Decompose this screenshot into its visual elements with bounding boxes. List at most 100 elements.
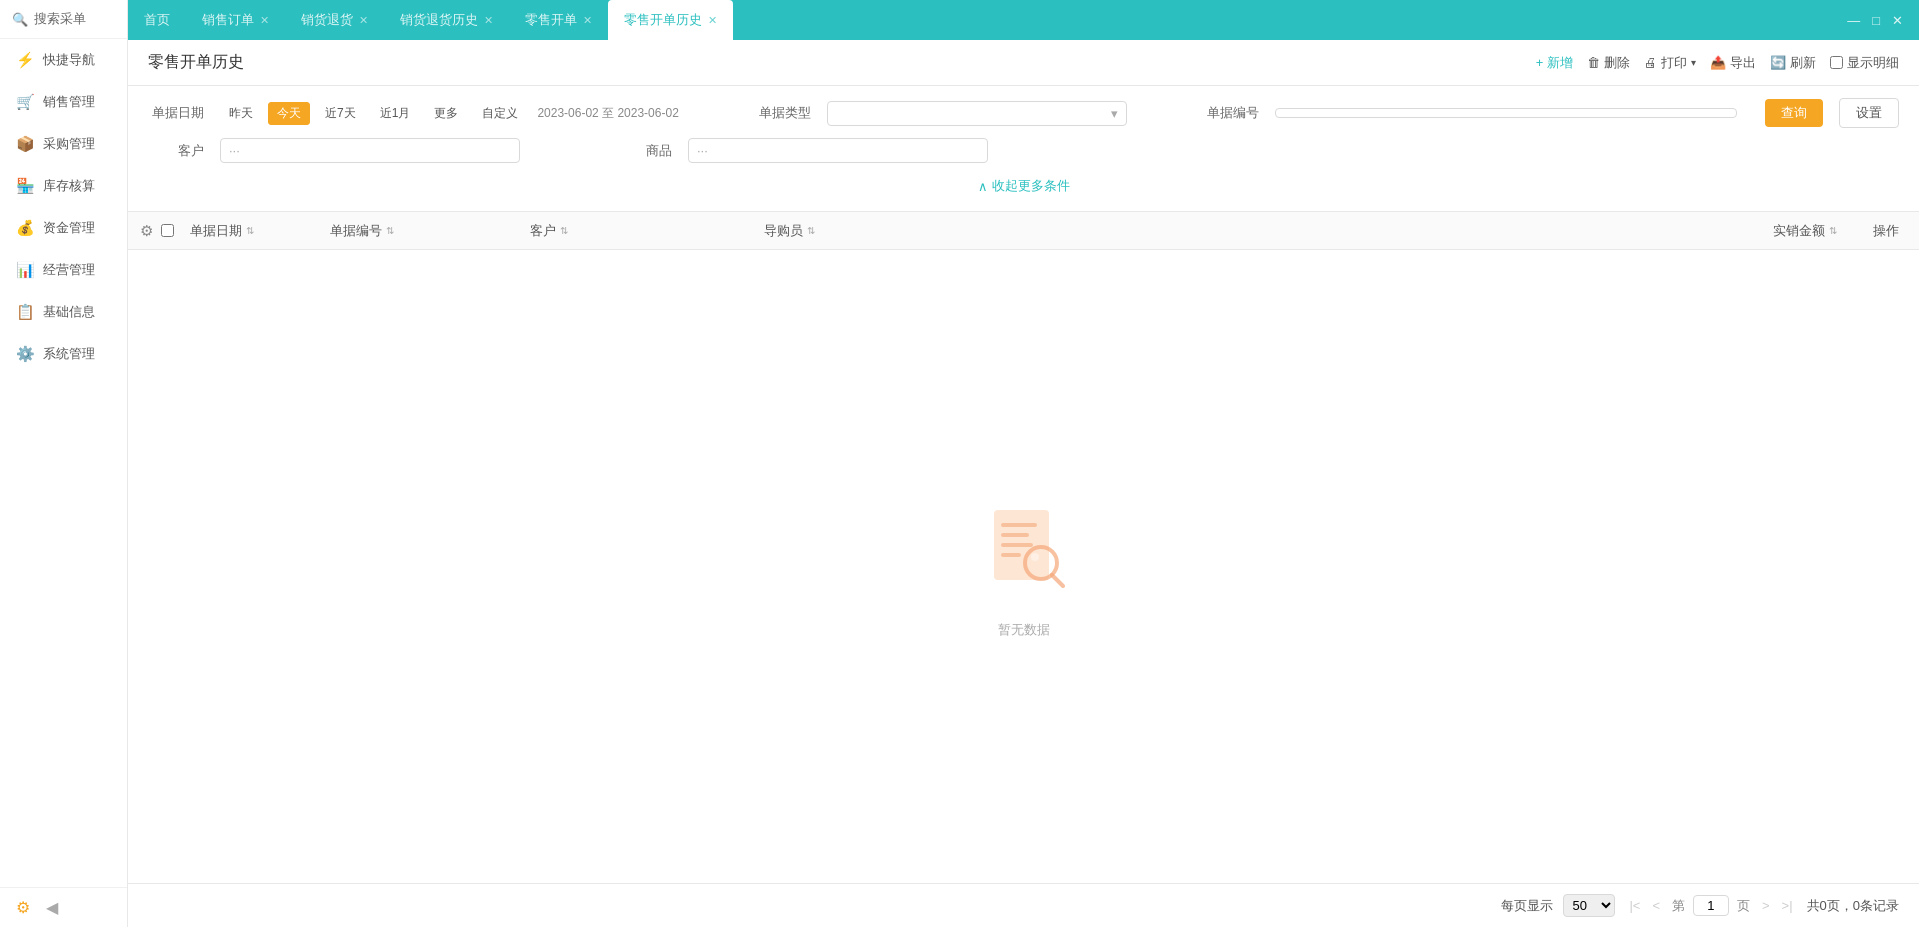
th-bill-date-sort-icon[interactable]: ⇅: [246, 225, 254, 236]
sidebar-item-sales-mgmt[interactable]: 🛒 销售管理: [0, 81, 127, 123]
th-customer-sort-icon[interactable]: ⇅: [560, 225, 568, 236]
customer-input[interactable]: ···: [220, 138, 520, 163]
sidebar-item-ops[interactable]: 📊 经营管理: [0, 249, 127, 291]
th-actual-amount-label: 实销金额: [1773, 222, 1825, 240]
add-button[interactable]: + 新增: [1536, 54, 1573, 72]
query-button[interactable]: 查询: [1765, 99, 1823, 127]
sidebar-item-label: 快捷导航: [43, 51, 95, 69]
prev-page-btn[interactable]: <: [1648, 896, 1664, 915]
sidebar-item-system[interactable]: ⚙️ 系统管理: [0, 333, 127, 375]
tab-retail-open-history[interactable]: 零售开单历史 ✕: [608, 0, 733, 40]
export-button[interactable]: 📤 导出: [1710, 54, 1756, 72]
inventory-icon: 🏪: [16, 177, 35, 195]
last7-btn[interactable]: 近7天: [316, 102, 365, 125]
th-bill-no-sort-icon[interactable]: ⇅: [386, 225, 394, 236]
delete-button[interactable]: 🗑 删除: [1587, 54, 1630, 72]
customer-placeholder: ···: [229, 143, 240, 158]
sidebar-item-finance[interactable]: 💰 资金管理: [0, 207, 127, 249]
current-page-input[interactable]: [1693, 895, 1729, 916]
refresh-button[interactable]: 🔄 刷新: [1770, 54, 1816, 72]
collapse-sidebar-icon[interactable]: ◀: [46, 898, 58, 917]
bill-type-arrow-icon: ▾: [1111, 106, 1118, 121]
customer-label: 客户: [148, 142, 204, 160]
tab-retail-open[interactable]: 零售开单 ✕: [509, 0, 608, 40]
empty-illustration: [969, 495, 1079, 605]
sidebar-item-label: 基础信息: [43, 303, 95, 321]
per-page-select[interactable]: 50 10 20 100: [1563, 894, 1615, 917]
delete-label: 删除: [1604, 54, 1630, 72]
svg-rect-3: [1001, 543, 1033, 547]
sidebar: 🔍 搜索采单 ⚡ 快捷导航 🛒 销售管理 📦 采购管理 🏪 库存核算 💰 资金管…: [0, 0, 128, 927]
filter-area: 单据日期 昨天 今天 近7天 近1月 更多 自定义 2023-06-02 至 2…: [128, 86, 1919, 212]
refresh-icon: 🔄: [1770, 55, 1786, 70]
tab-sales-return[interactable]: 销货退货 ✕: [285, 0, 384, 40]
refresh-label: 刷新: [1790, 54, 1816, 72]
print-button[interactable]: 🖨 打印 ▾: [1644, 54, 1696, 72]
tab-retail-open-history-close[interactable]: ✕: [708, 14, 717, 27]
sidebar-search-label: 搜索采单: [34, 10, 86, 28]
custom-btn[interactable]: 自定义: [473, 102, 527, 125]
goods-input[interactable]: ···: [688, 138, 988, 163]
collapse-row[interactable]: ∧ 收起更多条件: [148, 173, 1899, 203]
svg-line-6: [1052, 575, 1063, 586]
window-close-icon[interactable]: ✕: [1892, 13, 1903, 28]
show-detail-checkbox[interactable]: [1830, 56, 1843, 69]
sidebar-menu: ⚡ 快捷导航 🛒 销售管理 📦 采购管理 🏪 库存核算 💰 资金管理 📊 经营管…: [0, 39, 127, 887]
column-settings-icon[interactable]: ⚙: [140, 222, 153, 240]
last-page-btn[interactable]: >|: [1778, 896, 1797, 915]
sidebar-item-purchase-mgmt[interactable]: 📦 采购管理: [0, 123, 127, 165]
th-bill-no: 单据编号 ⇅: [322, 222, 402, 240]
goods-label: 商品: [616, 142, 672, 160]
tab-sales-order[interactable]: 销售订单 ✕: [186, 0, 285, 40]
th-guide-sort-icon[interactable]: ⇅: [807, 225, 815, 236]
basic-info-icon: 📋: [16, 303, 35, 321]
settings-gear-icon[interactable]: ⚙: [16, 898, 30, 917]
goods-placeholder: ···: [697, 143, 708, 158]
bill-type-select[interactable]: ▾: [827, 101, 1127, 126]
print-dropdown-icon: ▾: [1691, 57, 1696, 68]
tab-sales-return-history[interactable]: 销货退货历史 ✕: [384, 0, 509, 40]
system-icon: ⚙️: [16, 345, 35, 363]
th-action: 操作: [1865, 222, 1907, 240]
window-minimize-icon[interactable]: —: [1847, 13, 1860, 28]
sales-mgmt-icon: 🛒: [16, 93, 35, 111]
sidebar-item-inventory[interactable]: 🏪 库存核算: [0, 165, 127, 207]
date-shortcuts: 昨天 今天 近7天 近1月 更多 自定义 2023-06-02 至 2023-0…: [220, 102, 679, 125]
today-btn[interactable]: 今天: [268, 102, 310, 125]
window-maximize-icon[interactable]: □: [1872, 13, 1880, 28]
page-nav: |< < 第 页 > >|: [1625, 895, 1796, 917]
delete-icon: 🗑: [1587, 55, 1600, 70]
show-detail-checkbox-label[interactable]: 显示明细: [1830, 54, 1899, 72]
select-all-checkbox[interactable]: [161, 224, 174, 237]
sidebar-search[interactable]: 🔍 搜索采单: [0, 0, 127, 39]
bill-no-input[interactable]: [1275, 108, 1737, 118]
quick-nav-icon: ⚡: [16, 51, 35, 69]
more-btn[interactable]: 更多: [425, 102, 467, 125]
tab-sales-order-close[interactable]: ✕: [260, 14, 269, 27]
sidebar-item-label: 系统管理: [43, 345, 95, 363]
tab-sales-return-history-close[interactable]: ✕: [484, 14, 493, 27]
search-icon: 🔍: [12, 12, 28, 27]
total-info: 共0页，0条记录: [1807, 897, 1899, 915]
first-page-btn[interactable]: |<: [1625, 896, 1644, 915]
finance-icon: 💰: [16, 219, 35, 237]
sidebar-item-label: 资金管理: [43, 219, 95, 237]
th-actual-amount-sort-icon[interactable]: ⇅: [1829, 225, 1837, 236]
svg-rect-4: [1001, 553, 1021, 557]
print-icon: 🖨: [1644, 55, 1657, 70]
svg-rect-2: [1001, 533, 1029, 537]
next-page-btn[interactable]: >: [1758, 896, 1774, 915]
tab-bar: 首页 销售订单 ✕ 销货退货 ✕ 销货退货历史 ✕ 零售开单 ✕ 零售开单历史 …: [128, 0, 1919, 40]
tab-home[interactable]: 首页: [128, 0, 186, 40]
svg-rect-1: [1001, 523, 1037, 527]
yesterday-btn[interactable]: 昨天: [220, 102, 262, 125]
toolbar: + 新增 🗑 删除 🖨 打印 ▾ 📤 导出 🔄 刷新 显示明细: [1536, 54, 1899, 72]
tab-retail-open-close[interactable]: ✕: [583, 14, 592, 27]
table-body: 暂无数据: [128, 250, 1919, 883]
sidebar-item-basic-info[interactable]: 📋 基础信息: [0, 291, 127, 333]
settings-button[interactable]: 设置: [1839, 98, 1899, 128]
sidebar-item-quick-nav[interactable]: ⚡ 快捷导航: [0, 39, 127, 81]
last-month-btn[interactable]: 近1月: [371, 102, 420, 125]
tab-sales-return-close[interactable]: ✕: [359, 14, 368, 27]
main-content: 首页 销售订单 ✕ 销货退货 ✕ 销货退货历史 ✕ 零售开单 ✕ 零售开单历史 …: [128, 0, 1919, 927]
